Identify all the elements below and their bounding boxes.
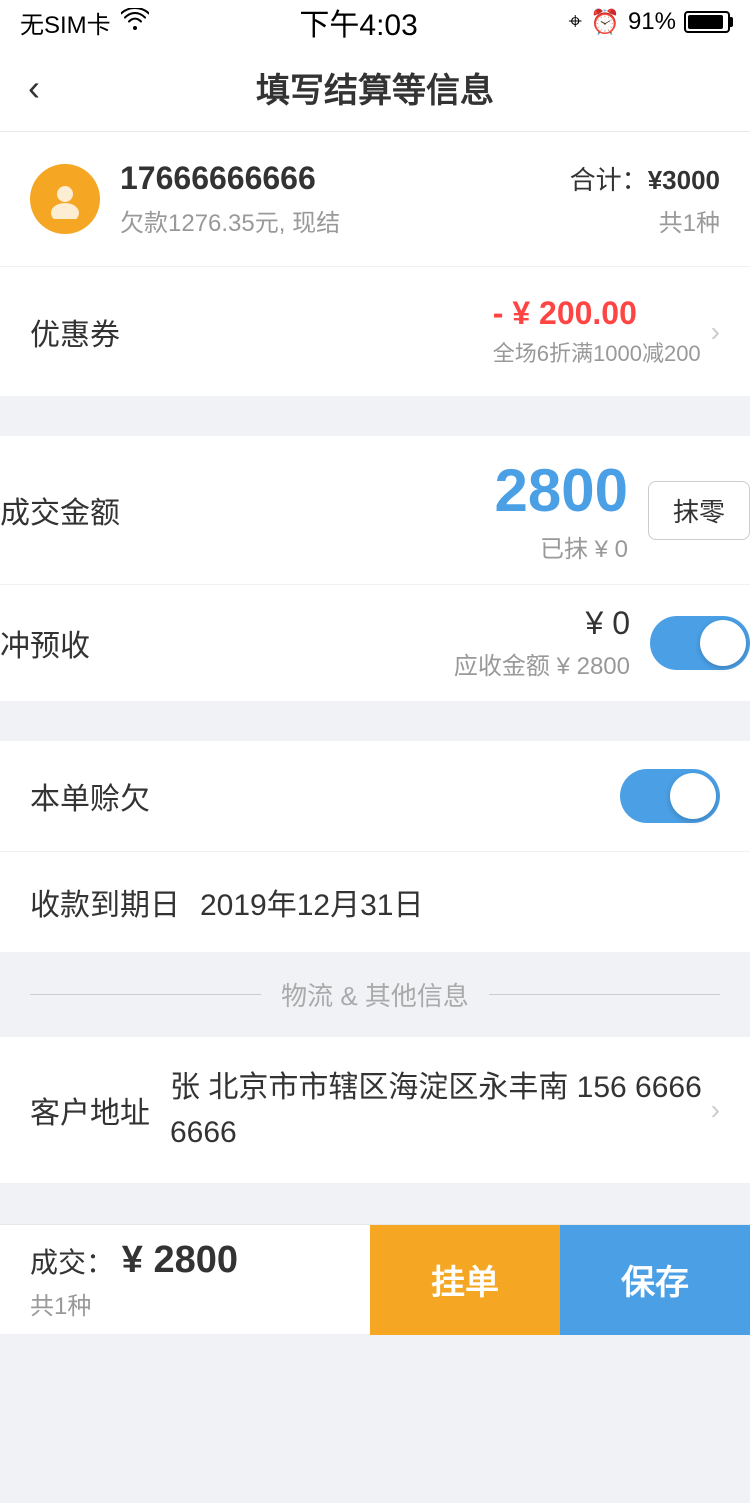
coupon-right: - ¥ 200.00 全场6折满1000减200 › [493, 295, 720, 368]
deal-label: 成交金额 [0, 488, 120, 532]
customer-sub: 欠款1276.35元, 现结 [120, 203, 340, 238]
customer-left: 17666666666 欠款1276.35元, 现结 [30, 160, 340, 238]
debt-label: 本单赊欠 [30, 774, 150, 818]
customer-section: 17666666666 欠款1276.35元, 现结 合计：¥3000 共1种 … [0, 132, 750, 396]
wifi-icon [121, 8, 149, 37]
back-button[interactable]: ‹ [28, 67, 40, 109]
prepay-receivable: 应收金额 ¥ 2800 [454, 646, 630, 681]
customer-phone: 17666666666 [120, 160, 340, 197]
due-date-row: 收款到期日 2019年12月31日 [0, 852, 750, 952]
address-content: 张 北京市市辖区海淀区永丰南 156 6666 6666 [170, 1065, 711, 1155]
battery-icon [684, 11, 730, 33]
deal-value: 2800 [495, 456, 628, 525]
prepay-amount: ¥ 0 [454, 605, 630, 642]
toggle-knob [700, 620, 746, 666]
round-button[interactable]: 抹零 [648, 481, 750, 540]
coupon-label: 优惠券 [30, 310, 120, 354]
prepay-row: 冲预收 ¥ 0 应收金额 ¥ 2800 [0, 584, 750, 701]
deal-amount-row: 成交金额 2800 已抹 ¥ 0 抹零 [0, 436, 750, 584]
status-left: 无SIM卡 [20, 5, 149, 40]
alarm-icon: ⏰ [590, 8, 620, 37]
bottom-summary: 成交： ¥ 2800 共1种 [0, 1239, 370, 1321]
amount-section: 成交金额 2800 已抹 ¥ 0 抹零 冲预收 ¥ 0 应收金额 ¥ 2800 [0, 436, 750, 701]
coupon-row[interactable]: 优惠券 - ¥ 200.00 全场6折满1000减200 › [0, 266, 750, 396]
customer-row: 17666666666 欠款1276.35元, 现结 合计：¥3000 共1种 [0, 132, 750, 266]
coupon-info: - ¥ 200.00 全场6折满1000减200 [493, 295, 701, 368]
no-sim-text: 无SIM卡 [20, 5, 111, 40]
bottom-deal-value: ¥ 2800 [122, 1239, 238, 1281]
bottom-deal-label: 成交： [30, 1247, 114, 1278]
logistics-label: 物流 & 其他信息 [281, 976, 469, 1013]
status-bar: 无SIM卡 下午4:03 ⌖ ⏰ 91% [0, 0, 750, 44]
address-label: 客户地址 [30, 1088, 150, 1132]
deal-sub: 已抹 ¥ 0 [495, 529, 628, 564]
due-label: 收款到期日 [30, 880, 180, 924]
status-right: ⌖ ⏰ 91% [569, 8, 730, 37]
divider-1 [0, 416, 750, 436]
logistics-line-left [30, 994, 261, 995]
coupon-desc: 全场6折满1000减200 [493, 336, 701, 368]
address-chevron-icon: › [711, 1094, 720, 1126]
prepay-toggle[interactable] [650, 616, 750, 670]
bottom-bar: 成交： ¥ 2800 共1种 挂单 保存 [0, 1224, 750, 1334]
bottom-count: 共1种 [30, 1286, 340, 1321]
save-button[interactable]: 保存 [560, 1225, 750, 1335]
battery-percent: 91% [628, 8, 676, 36]
location-icon: ⌖ [569, 8, 583, 36]
coupon-discount: - ¥ 200.00 [493, 295, 701, 332]
deal-right: 2800 已抹 ¥ 0 抹零 [495, 456, 750, 564]
debt-toggle-knob [670, 773, 716, 819]
total-label: 合计：¥3000 [570, 160, 720, 197]
due-date-value: 2019年12月31日 [200, 880, 423, 924]
status-time: 下午4:03 [299, 0, 417, 44]
logistics-divider: 物流 & 其他信息 [0, 952, 750, 1037]
debt-row: 本单赊欠 [0, 741, 750, 852]
logistics-line-right [489, 994, 720, 995]
divider-2 [0, 721, 750, 741]
pending-button[interactable]: 挂单 [370, 1225, 560, 1335]
deal-value-group: 2800 已抹 ¥ 0 [495, 456, 628, 564]
avatar [30, 164, 100, 234]
prepay-right: ¥ 0 应收金额 ¥ 2800 [454, 605, 750, 681]
coupon-chevron-icon: › [711, 316, 720, 348]
debt-toggle[interactable] [620, 769, 720, 823]
total-count: 共1种 [570, 203, 720, 238]
prepay-label: 冲预收 [0, 621, 90, 665]
address-row[interactable]: 客户地址 张 北京市市辖区海淀区永丰南 156 6666 6666 › [0, 1037, 750, 1183]
customer-right: 合计：¥3000 共1种 [570, 160, 720, 238]
prepay-values: ¥ 0 应收金额 ¥ 2800 [454, 605, 630, 681]
customer-info: 17666666666 欠款1276.35元, 现结 [120, 160, 340, 238]
bottom-deal-row: 成交： ¥ 2800 [30, 1239, 340, 1282]
nav-bar: ‹ 填写结算等信息 [0, 44, 750, 132]
page-title: 填写结算等信息 [256, 63, 494, 112]
